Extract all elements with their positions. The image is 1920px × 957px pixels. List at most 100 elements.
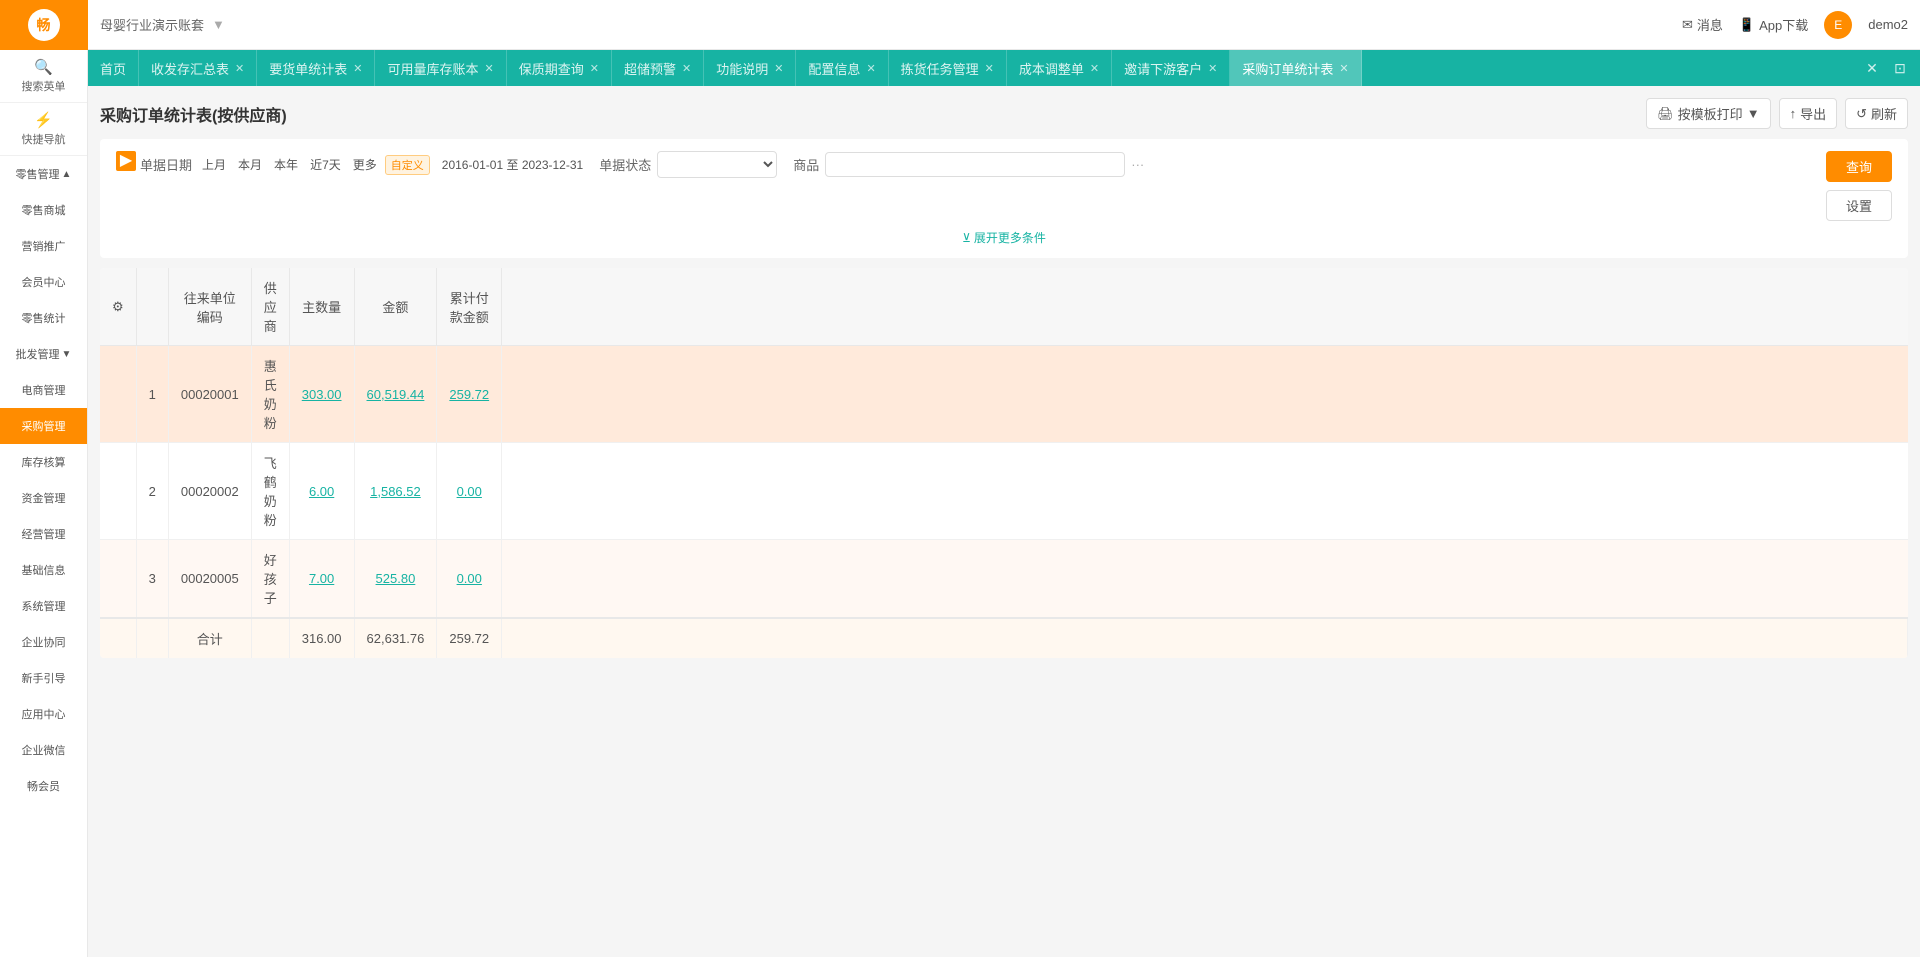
row-main-qty[interactable]: 7.00 — [289, 540, 354, 619]
table-row[interactable]: 1 00020001 惠氏奶粉 303.00 60,519.44 259.72 — [100, 346, 1908, 443]
date-shortcut-this-month[interactable]: 本月 — [234, 154, 266, 175]
table-row[interactable]: 3 00020005 好孩子 7.00 525.80 0.00 — [100, 540, 1908, 619]
footer-extra — [502, 618, 1908, 658]
row-amount[interactable]: 525.80 — [354, 540, 437, 619]
sidebar: 畅 🔍 搜索英单 ⚡ 快捷导航 零售管理 ▲ 零售商城 营销推广 会员中心 零售… — [0, 0, 88, 957]
sidebar-item-ecommerce[interactable]: 电商管理 — [0, 372, 87, 408]
footer-paid-amount: 259.72 — [437, 618, 502, 658]
date-shortcut-more[interactable]: 更多 — [349, 154, 381, 175]
close-icon[interactable]: ✕ — [1339, 62, 1348, 75]
restore-tab-button[interactable]: ⊡ — [1888, 56, 1912, 80]
tab-function-desc[interactable]: 功能说明 ✕ — [704, 50, 796, 86]
query-button[interactable]: 查询 — [1826, 151, 1892, 182]
tab-over-stock[interactable]: 超储预警 ✕ — [612, 50, 704, 86]
date-filter-label: 单据日期 — [140, 155, 192, 174]
app-download-button[interactable]: 📱 App下载 — [1739, 15, 1808, 34]
row-amount[interactable]: 60,519.44 — [354, 346, 437, 443]
expand-toggle-button[interactable]: ▶ — [116, 151, 136, 171]
export-button[interactable]: ↑ 导出 — [1779, 98, 1838, 129]
sidebar-item-marketing[interactable]: 营销推广 — [0, 228, 87, 264]
close-icon[interactable]: ✕ — [590, 62, 599, 75]
tab-available-stock[interactable]: 可用量库存账本 ✕ — [375, 50, 506, 86]
tab-config[interactable]: 配置信息 ✕ — [796, 50, 888, 86]
chevron-down-icon: ▼ — [1747, 106, 1760, 121]
footer-settings — [100, 618, 136, 658]
row-settings[interactable] — [100, 443, 136, 540]
close-icon[interactable]: ✕ — [682, 62, 691, 75]
row-main-qty[interactable]: 6.00 — [289, 443, 354, 540]
close-icon[interactable]: ✕ — [1208, 62, 1217, 75]
goods-filter-label: 商品 — [793, 155, 819, 174]
close-icon[interactable]: ✕ — [1090, 62, 1099, 75]
sidebar-item-purchase[interactable]: 采购管理 — [0, 408, 87, 444]
th-settings[interactable]: ⚙ — [100, 268, 136, 346]
sidebar-item-inventory[interactable]: 库存核算 — [0, 444, 87, 480]
close-tab-button[interactable]: ✕ — [1860, 56, 1884, 80]
sidebar-item-retail-mall[interactable]: 零售商城 — [0, 192, 87, 228]
sidebar-item-app-center[interactable]: 应用中心 — [0, 696, 87, 732]
row-paid-amount[interactable]: 0.00 — [437, 540, 502, 619]
sidebar-item-finance[interactable]: 资金管理 — [0, 480, 87, 516]
close-icon[interactable]: ✕ — [235, 62, 244, 75]
th-unit-code: 往来单位编码 — [168, 268, 251, 346]
sidebar-item-wechat[interactable]: 企业微信 — [0, 732, 87, 768]
date-shortcut-7days[interactable]: 近7天 — [306, 154, 345, 175]
chevron-down-icon: ▼ — [212, 17, 225, 32]
row-supplier: 好孩子 — [251, 540, 289, 619]
export-icon: ↑ — [1790, 106, 1797, 121]
workspace-selector[interactable]: 母婴行业演示账套 ▼ — [100, 15, 225, 34]
row-supplier: 惠氏奶粉 — [251, 346, 289, 443]
avatar: E — [1824, 11, 1852, 39]
expand-more-button[interactable]: ⊻ 展开更多条件 — [962, 229, 1046, 246]
row-settings[interactable] — [100, 346, 136, 443]
sidebar-item-retail[interactable]: 零售管理 ▲ — [0, 156, 87, 192]
tab-receive-summary[interactable]: 收发存汇总表 ✕ — [139, 50, 257, 86]
row-settings[interactable] — [100, 540, 136, 619]
row-paid-amount[interactable]: 259.72 — [437, 346, 502, 443]
tab-shelf-life[interactable]: 保质期查询 ✕ — [507, 50, 612, 86]
date-range-display[interactable]: 2016-01-01 至 2023-12-31 — [442, 156, 583, 173]
th-extra — [502, 268, 1908, 346]
settings-button[interactable]: 设置 — [1826, 190, 1892, 221]
tab-purchase-summary[interactable]: 采购订单统计表 ✕ — [1230, 50, 1361, 86]
tab-invite-downstream[interactable]: 邀请下游客户 ✕ — [1112, 50, 1230, 86]
close-icon[interactable]: ✕ — [866, 62, 875, 75]
row-paid-amount[interactable]: 0.00 — [437, 443, 502, 540]
table-row[interactable]: 2 00020002 飞鹤奶粉 6.00 1,586.52 0.00 — [100, 443, 1908, 540]
row-amount[interactable]: 1,586.52 — [354, 443, 437, 540]
filter-main-row: ▶ 单据日期 上月 本月 本年 近7天 更多 自定义 2016-01-01 — [116, 151, 1892, 221]
date-shortcut-last-month[interactable]: 上月 — [198, 154, 230, 175]
sidebar-item-search[interactable]: 🔍 搜索英单 — [0, 50, 87, 103]
tab-pick-task[interactable]: 拣货任务管理 ✕ — [889, 50, 1007, 86]
template-print-button[interactable]: 🖨 按模板打印 ▼ — [1646, 98, 1770, 129]
sidebar-item-enterprise[interactable]: 企业协同 — [0, 624, 87, 660]
data-table: ⚙ 往来单位编码 供应商 主数量 金额 累计付款金额 1 00020001 — [100, 268, 1908, 658]
top-bar: 母婴行业演示账套 ▼ ✉ 消息 📱 App下载 E demo2 — [88, 0, 1920, 50]
sidebar-item-operation[interactable]: 经营管理 — [0, 516, 87, 552]
tab-order-summary[interactable]: 要货单统计表 ✕ — [257, 50, 375, 86]
tab-cost-adjust[interactable]: 成本调整单 ✕ — [1007, 50, 1112, 86]
sidebar-item-system[interactable]: 系统管理 — [0, 588, 87, 624]
nav-tabs: 首页 收发存汇总表 ✕ 要货单统计表 ✕ 可用量库存账本 ✕ 保质期查询 ✕ 超… — [88, 50, 1920, 86]
row-main-qty[interactable]: 303.00 — [289, 346, 354, 443]
sidebar-item-member2[interactable]: 畅会员 — [0, 768, 87, 804]
footer-label: 合计 — [168, 618, 251, 658]
tab-home[interactable]: 首页 — [88, 50, 139, 86]
sidebar-item-retail-stats[interactable]: 零售统计 — [0, 300, 87, 336]
message-button[interactable]: ✉ 消息 — [1682, 15, 1723, 34]
sidebar-item-member[interactable]: 会员中心 — [0, 264, 87, 300]
close-icon[interactable]: ✕ — [485, 62, 494, 75]
sidebar-item-guide[interactable]: 新手引导 — [0, 660, 87, 696]
sidebar-item-basic-info[interactable]: 基础信息 — [0, 552, 87, 588]
th-main-qty: 主数量 — [289, 268, 354, 346]
sidebar-item-quick-nav[interactable]: ⚡ 快捷导航 — [0, 103, 87, 156]
more-filter-icon[interactable]: ··· — [1131, 157, 1144, 172]
refresh-button[interactable]: ↺ 刷新 — [1845, 98, 1908, 129]
sidebar-item-batch-mgmt[interactable]: 批发管理 ▼ — [0, 336, 87, 372]
status-filter-select[interactable] — [657, 151, 777, 178]
goods-filter-input[interactable] — [825, 152, 1125, 177]
date-shortcut-this-year[interactable]: 本年 — [270, 154, 302, 175]
close-icon[interactable]: ✕ — [353, 62, 362, 75]
close-icon[interactable]: ✕ — [774, 62, 783, 75]
close-icon[interactable]: ✕ — [985, 62, 994, 75]
